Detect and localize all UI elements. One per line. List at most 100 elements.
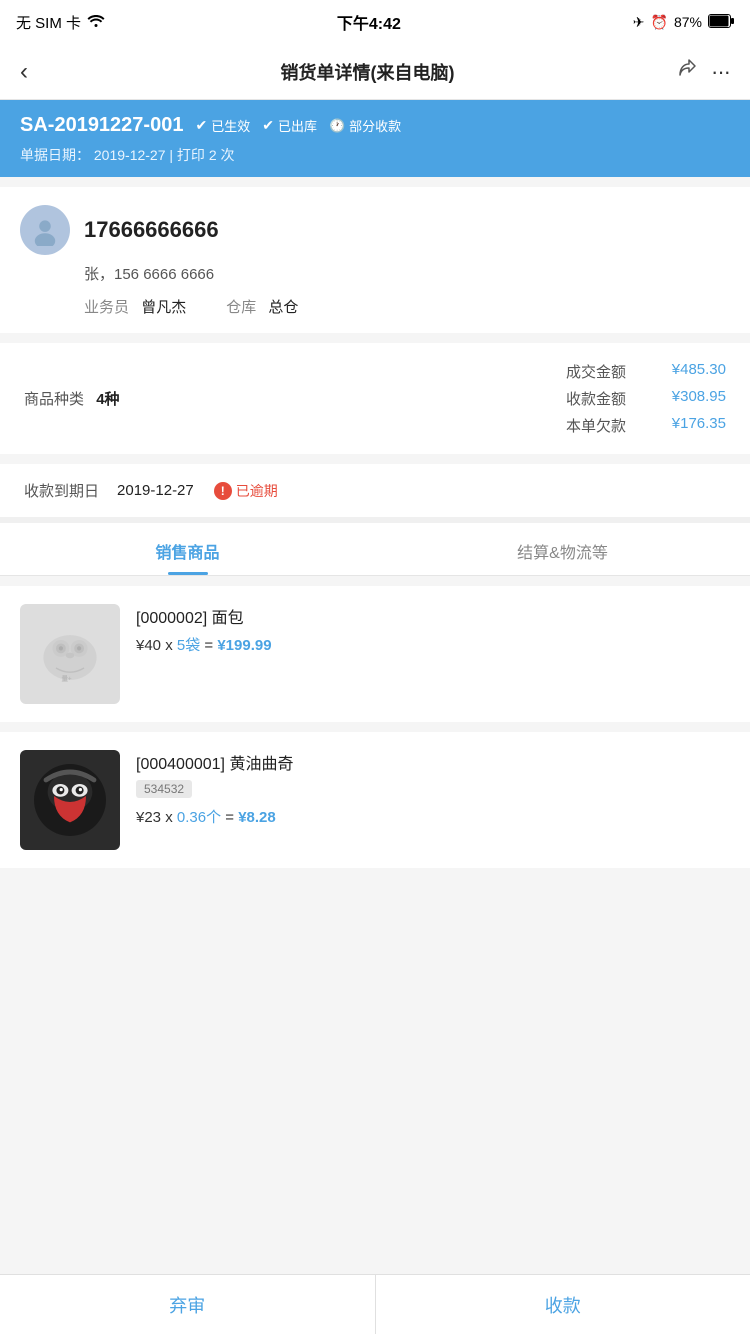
product-multiply-2: x [165, 809, 177, 826]
tab-settlement[interactable]: 结算&物流等 [375, 523, 750, 575]
wifi-icon [87, 13, 105, 31]
stats-section: 商品种类 4种 成交金额 ¥485.30 收款金额 ¥308.95 本单欠款 ¥… [0, 343, 750, 454]
received-label: 收款金额 [566, 388, 626, 409]
clock-icon: 🕐 [329, 118, 345, 134]
product-equals-2: = [225, 809, 238, 826]
overdue-text: 已逾期 [236, 481, 278, 501]
ninja-icon [30, 760, 110, 840]
product-title-1: 面包 [212, 610, 244, 627]
financial-stats: 成交金额 ¥485.30 收款金额 ¥308.95 本单欠款 ¥176.35 [566, 361, 726, 436]
location-icon: ✈ [633, 14, 645, 31]
salesperson-value: 曾凡杰 [141, 299, 186, 316]
product-qty-1: 5袋 [177, 637, 205, 654]
due-date: 2019-12-27 [117, 482, 194, 499]
owed-label: 本单欠款 [566, 415, 626, 436]
order-banner: SA-20191227-001 ✔ 已生效 ✔ 已出库 🕐 部分收款 单据日期：… [0, 100, 750, 177]
product-name-2: [000400001] 黄油曲奇 [136, 750, 730, 774]
owed-value: ¥176.35 [646, 415, 726, 436]
tabs-section: 销售商品 结算&物流等 [0, 523, 750, 576]
product-price-2: ¥23 [136, 809, 161, 826]
back-button[interactable]: ‹ [20, 58, 60, 86]
owl-icon: 量+ [35, 619, 105, 689]
warehouse-value: 总仓 [268, 299, 298, 316]
banner-date-info: 单据日期： 2019-12-27 | 打印 2 次 [20, 145, 730, 165]
print-info: | 打印 2 次 [169, 147, 234, 163]
product-id-2: [000400001] [136, 756, 225, 773]
check-icon-2: ✔ [262, 117, 274, 134]
salesperson-field: 业务员 曾凡杰 [84, 296, 186, 317]
salesperson-label: 业务员 [84, 299, 129, 316]
order-id: SA-20191227-001 [20, 114, 183, 137]
tab-settlement-label: 结算&物流等 [517, 545, 608, 562]
product-tag-2: 534532 [136, 780, 192, 798]
amount-value: ¥485.30 [646, 361, 726, 382]
product-type-count: 商品种类 4种 [24, 388, 120, 409]
product-total-2: ¥8.28 [238, 809, 276, 826]
type-label: 商品种类 [24, 391, 84, 408]
status-badge-partial: 🕐 部分收款 [329, 116, 401, 135]
battery-level: 87% [674, 14, 702, 30]
date-label: 单据日期： [20, 147, 90, 163]
svg-text:量+: 量+ [62, 674, 72, 683]
status-right: ✈ ⏰ 87% [633, 14, 734, 31]
collect-button[interactable]: 收款 [376, 1275, 750, 1334]
product-thumbnail-1: 量+ [20, 604, 120, 704]
overdue-icon: ! [214, 482, 232, 500]
battery-icon [708, 14, 734, 31]
product-price-1: ¥40 [136, 637, 161, 654]
tab-products-label: 销售商品 [155, 545, 219, 562]
nav-actions: ··· [675, 58, 730, 86]
collect-label: 收款 [545, 1292, 581, 1318]
tab-products[interactable]: 销售商品 [0, 523, 375, 575]
received-value: ¥308.95 [646, 388, 726, 409]
amount-label: 成交金额 [566, 361, 626, 382]
customer-meta: 业务员 曾凡杰 仓库 总仓 [20, 296, 730, 317]
alarm-icon: ⏰ [651, 14, 668, 31]
product-info-1: [0000002] 面包 ¥40 x 5袋 = ¥199.99 [136, 604, 730, 655]
banner-row1: SA-20191227-001 ✔ 已生效 ✔ 已出库 🕐 部分收款 [20, 114, 730, 137]
status-partial-label: 部分收款 [349, 116, 401, 135]
overdue-badge: ! 已逾期 [214, 481, 278, 501]
order-date: 2019-12-27 [94, 147, 166, 163]
sim-status: 无 SIM 卡 [16, 12, 81, 33]
warehouse-label: 仓库 [226, 299, 256, 316]
product-item: 量+ [0000002] 面包 ¥40 x 5袋 = ¥199.99 [0, 586, 750, 722]
product-id-1: [0000002] [136, 610, 207, 627]
product-qty-2: 0.36个 [177, 809, 225, 826]
reject-label: 弃审 [169, 1292, 205, 1318]
status-effected-label: 已生效 [211, 116, 250, 135]
type-count: 4种 [96, 391, 119, 408]
bottom-bar: 弃审 收款 [0, 1274, 750, 1334]
warehouse-field: 仓库 总仓 [226, 296, 298, 317]
customer-top: 17666666666 [20, 205, 730, 255]
owed-row: 本单欠款 ¥176.35 [566, 415, 726, 436]
product-thumbnail-2 [20, 750, 120, 850]
product-total-1: ¥199.99 [217, 637, 271, 654]
received-row: 收款金额 ¥308.95 [566, 388, 726, 409]
product-info-2: [000400001] 黄油曲奇 534532 ¥23 x 0.36个 = ¥8… [136, 750, 730, 827]
product-title-2: 黄油曲奇 [229, 756, 293, 773]
product-equals-1: = [204, 637, 217, 654]
customer-avatar [20, 205, 70, 255]
more-icon[interactable]: ··· [711, 59, 730, 85]
product-price-row-1: ¥40 x 5袋 = ¥199.99 [136, 634, 730, 655]
customer-contact: 张，156 6666 6666 [20, 263, 730, 284]
nav-bar: ‹ 销货单详情(来自电脑) ··· [0, 44, 750, 100]
bread-placeholder: 量+ [20, 604, 120, 704]
share-icon[interactable] [675, 58, 697, 86]
page-title: 销货单详情(来自电脑) [281, 59, 455, 85]
due-label: 收款到期日 [24, 480, 99, 501]
reject-button[interactable]: 弃审 [0, 1275, 376, 1334]
status-bar: 无 SIM 卡 下午4:42 ✈ ⏰ 87% [0, 0, 750, 44]
status-left: 无 SIM 卡 [16, 12, 105, 33]
product-name-1: [0000002] 面包 [136, 604, 730, 628]
status-badge-effected: ✔ 已生效 [195, 116, 250, 135]
check-icon: ✔ [195, 117, 207, 134]
product-multiply-1: x [165, 637, 177, 654]
products-section: 量+ [0000002] 面包 ¥40 x 5袋 = ¥199.99 [0, 586, 750, 938]
status-badge-out: ✔ 已出库 [262, 116, 317, 135]
customer-section: 17666666666 张，156 6666 6666 业务员 曾凡杰 仓库 总… [0, 187, 750, 333]
amount-row: 成交金额 ¥485.30 [566, 361, 726, 382]
due-section: 收款到期日 2019-12-27 ! 已逾期 [0, 464, 750, 523]
status-out-label: 已出库 [278, 116, 317, 135]
